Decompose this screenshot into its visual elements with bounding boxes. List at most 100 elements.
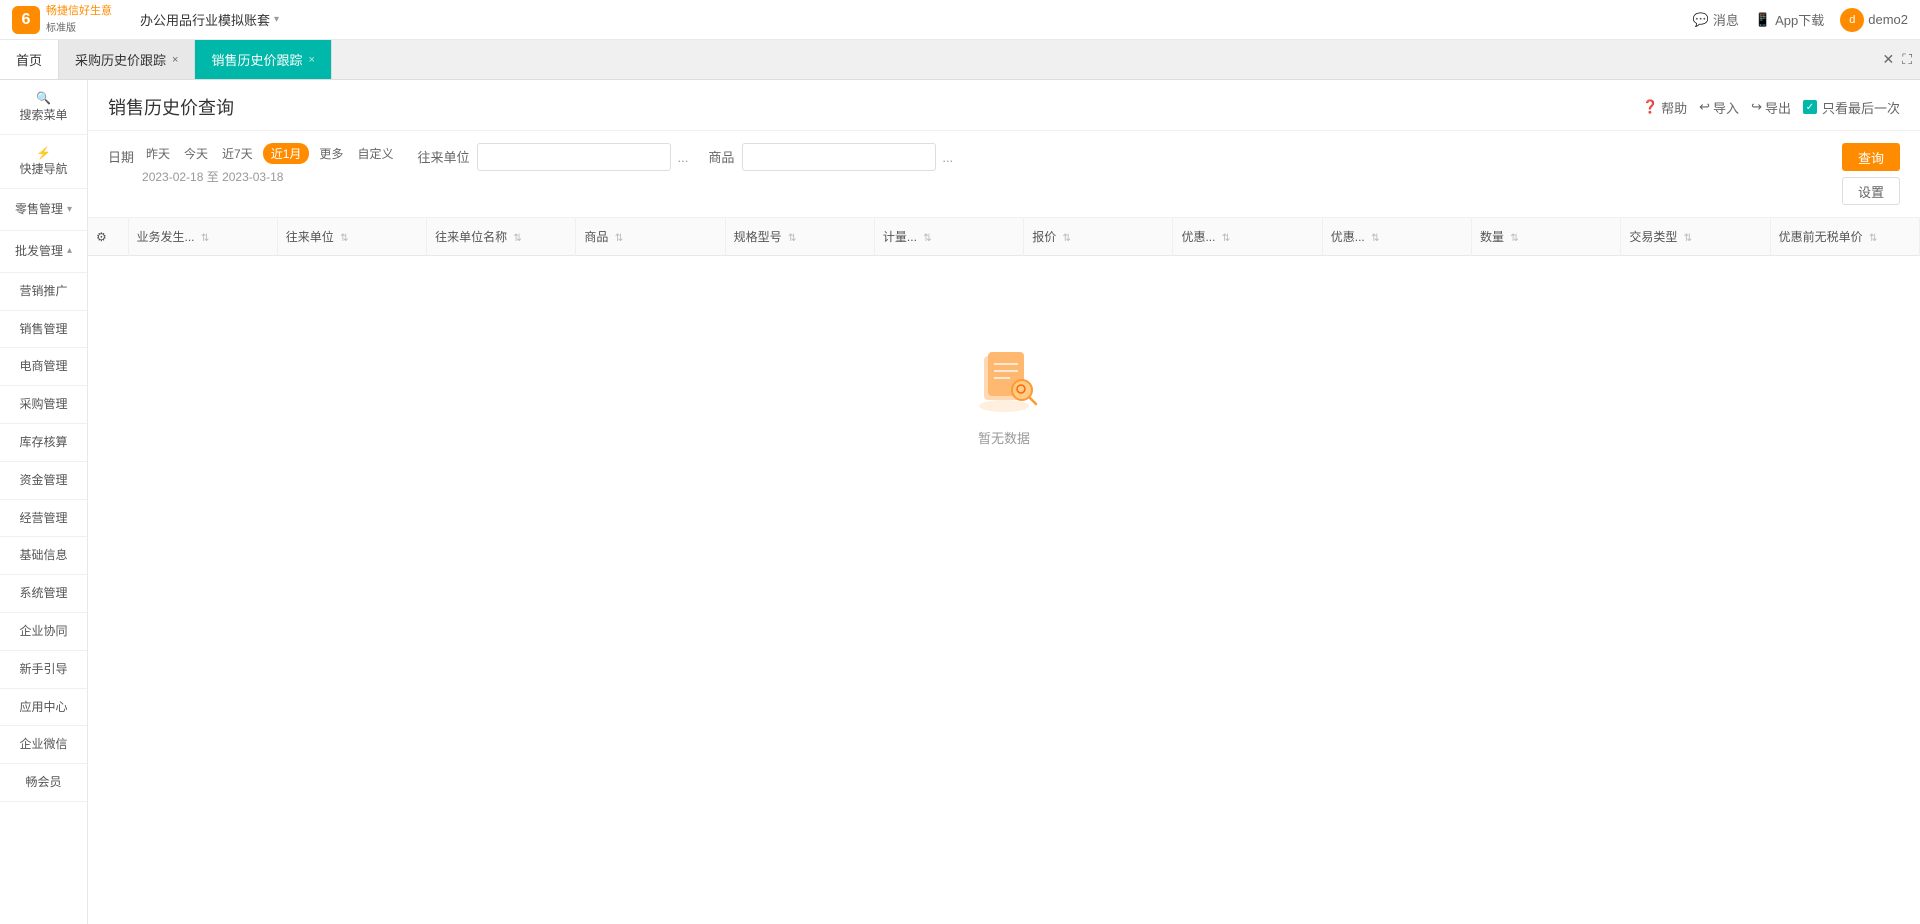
- empty-state: 暂无数据: [88, 256, 1920, 527]
- sidebar-item-retail[interactable]: 零售管理 ▾: [0, 189, 87, 231]
- sidebar-item-newguide[interactable]: 新手引导: [0, 651, 87, 689]
- sort-icon: ⇅: [1222, 233, 1230, 244]
- goods-label: 商品: [708, 143, 734, 166]
- sidebar-item-wholesale[interactable]: 批发管理 ▴: [0, 231, 87, 273]
- col-qty[interactable]: 数量 ⇅: [1472, 218, 1621, 256]
- help-button[interactable]: ❓ 帮助: [1642, 98, 1687, 117]
- date-filter-group: 日期 昨天 今天 近7天 近1月 更多 自定义 2023-02-18 至 202…: [108, 143, 397, 185]
- only-last-checkbox-area[interactable]: ✓ 只看最后一次: [1803, 98, 1900, 117]
- goods-filter-group: 商品 ...: [708, 143, 953, 171]
- sidebar-item-finance[interactable]: 资金管理: [0, 462, 87, 500]
- col-pretax-price[interactable]: 优惠前无税单价 ⇅: [1770, 218, 1919, 256]
- date-btn-7days[interactable]: 近7天: [218, 143, 257, 164]
- main-layout: 🔍 搜索菜单 ⚡ 快捷导航 零售管理 ▾ 批发管理 ▴ 营销推广 销售管理 电商…: [0, 80, 1920, 924]
- sort-icon: ⇅: [1510, 233, 1518, 244]
- sort-icon: ⇅: [788, 233, 796, 244]
- col-spec[interactable]: 规格型号 ⇅: [725, 218, 874, 256]
- sidebar-item-member[interactable]: 畅会员: [0, 764, 87, 802]
- col-discount1[interactable]: 优惠... ⇅: [1173, 218, 1322, 256]
- page-title: 销售历史价查询: [108, 94, 234, 120]
- import-button[interactable]: ↩ 导入: [1699, 98, 1739, 117]
- page-header: 销售历史价查询 ❓ 帮助 ↩ 导入 ↪ 导出 ✓ 只看最后一次: [88, 80, 1920, 131]
- sort-icon: ⇅: [1684, 233, 1692, 244]
- sidebar-item-search[interactable]: 🔍 搜索菜单: [0, 80, 87, 135]
- date-btn-yesterday[interactable]: 昨天: [142, 143, 174, 164]
- tab-purchase[interactable]: 采购历史价跟踪 ×: [59, 40, 195, 79]
- sidebar-item-appcenter[interactable]: 应用中心: [0, 689, 87, 727]
- filter-actions: 查询 设置: [1842, 143, 1900, 205]
- date-btn-more[interactable]: 更多: [315, 143, 347, 164]
- tab-purchase-label: 采购历史价跟踪: [75, 50, 166, 69]
- tab-home[interactable]: 首页: [0, 40, 59, 79]
- sort-icon: ⇅: [1371, 233, 1379, 244]
- settings-icon: ⚙: [96, 230, 107, 244]
- source-unit-input[interactable]: [477, 143, 671, 171]
- chevron-down-icon: ▾: [67, 203, 72, 217]
- empty-icon: [964, 336, 1044, 416]
- phone-icon: 📱: [1755, 12, 1771, 28]
- source-unit-ellipsis[interactable]: ...: [677, 150, 688, 165]
- app-download-button[interactable]: 📱 App下载: [1755, 10, 1824, 29]
- empty-text: 暂无数据: [978, 428, 1030, 447]
- col-biz-date[interactable]: 业务发生... ⇅: [128, 218, 277, 256]
- sort-icon: ⇅: [615, 233, 623, 244]
- logo-area: 6 畅捷信好生意 标准版: [12, 5, 112, 33]
- tab-purchase-close[interactable]: ×: [172, 54, 178, 66]
- sidebar-item-purchase[interactable]: 采购管理: [0, 386, 87, 424]
- top-bar-left: 6 畅捷信好生意 标准版 办公用品行业模拟账套 ▾: [12, 5, 279, 33]
- table-area: ⚙ 业务发生... ⇅ 往来单位 ⇅ 往来单位名称 ⇅: [88, 218, 1920, 924]
- data-table: ⚙ 业务发生... ⇅ 往来单位 ⇅ 往来单位名称 ⇅: [88, 218, 1920, 256]
- export-icon: ↪: [1751, 99, 1762, 115]
- tab-home-label: 首页: [16, 50, 42, 69]
- chevron-up-icon: ▴: [67, 244, 72, 258]
- logo-subtext: 标准版: [46, 19, 112, 34]
- fullscreen-button[interactable]: ⛶: [1902, 51, 1912, 68]
- only-last-checkbox[interactable]: ✓: [1803, 100, 1817, 114]
- date-filter-label: 日期: [108, 143, 134, 166]
- sidebar-item-corpwechat[interactable]: 企业微信: [0, 726, 87, 764]
- tab-sales-close[interactable]: ×: [308, 54, 314, 66]
- logo-icon: 6: [12, 6, 40, 34]
- settings-button[interactable]: 设置: [1842, 177, 1900, 205]
- sidebar-item-marketing[interactable]: 营销推广: [0, 273, 87, 311]
- top-bar: 6 畅捷信好生意 标准版 办公用品行业模拟账套 ▾ 💬 消息 📱 App下载 d…: [0, 0, 1920, 40]
- date-btn-1month[interactable]: 近1月: [263, 143, 310, 164]
- col-unit-name[interactable]: 往来单位名称 ⇅: [427, 218, 576, 256]
- logo-text: 畅捷信好生意: [46, 5, 112, 18]
- col-unit-code[interactable]: 往来单位 ⇅: [277, 218, 426, 256]
- tab-sales[interactable]: 销售历史价跟踪 ×: [195, 40, 331, 79]
- sidebar-item-basic[interactable]: 基础信息: [0, 537, 87, 575]
- user-menu[interactable]: d demo2: [1840, 8, 1908, 32]
- col-discount2[interactable]: 优惠... ⇅: [1322, 218, 1471, 256]
- source-unit-label: 往来单位: [417, 143, 469, 166]
- message-button[interactable]: 💬 消息: [1693, 10, 1739, 29]
- col-quote[interactable]: 报价 ⇅: [1024, 218, 1173, 256]
- sidebar-item-operations[interactable]: 经营管理: [0, 500, 87, 538]
- page-actions: ❓ 帮助 ↩ 导入 ↪ 导出 ✓ 只看最后一次: [1642, 98, 1900, 117]
- sidebar-item-system[interactable]: 系统管理: [0, 575, 87, 613]
- filter-bar: 日期 昨天 今天 近7天 近1月 更多 自定义 2023-02-18 至 202…: [88, 131, 1920, 218]
- col-goods[interactable]: 商品 ⇅: [576, 218, 725, 256]
- goods-input[interactable]: [742, 143, 936, 171]
- date-btn-today[interactable]: 今天: [180, 143, 212, 164]
- sidebar-item-sales-mgmt[interactable]: 销售管理: [0, 311, 87, 349]
- app-selector-label: 办公用品行业模拟账套: [140, 10, 270, 29]
- date-range-display: 2023-02-18 至 2023-03-18: [142, 168, 397, 185]
- chevron-down-icon: ▾: [274, 14, 279, 25]
- date-btn-custom[interactable]: 自定义: [353, 143, 397, 164]
- sidebar-item-inventory[interactable]: 库存核算: [0, 424, 87, 462]
- tab-sales-label: 销售历史价跟踪: [211, 50, 302, 69]
- goods-input-group: ...: [742, 143, 953, 171]
- query-button[interactable]: 查询: [1842, 143, 1900, 171]
- sidebar-item-quicknav[interactable]: ⚡ 快捷导航: [0, 135, 87, 190]
- col-trade-type[interactable]: 交易类型 ⇅: [1621, 218, 1770, 256]
- col-unit[interactable]: 计量... ⇅: [874, 218, 1023, 256]
- close-all-tabs-button[interactable]: ✕: [1882, 51, 1894, 68]
- sidebar-item-ecommerce[interactable]: 电商管理: [0, 348, 87, 386]
- import-icon: ↩: [1699, 99, 1710, 115]
- col-settings[interactable]: ⚙: [88, 218, 128, 256]
- app-selector[interactable]: 办公用品行业模拟账套 ▾: [140, 10, 279, 29]
- goods-ellipsis[interactable]: ...: [942, 150, 953, 165]
- export-button[interactable]: ↪ 导出: [1751, 98, 1791, 117]
- sidebar-item-enterprise[interactable]: 企业协同: [0, 613, 87, 651]
